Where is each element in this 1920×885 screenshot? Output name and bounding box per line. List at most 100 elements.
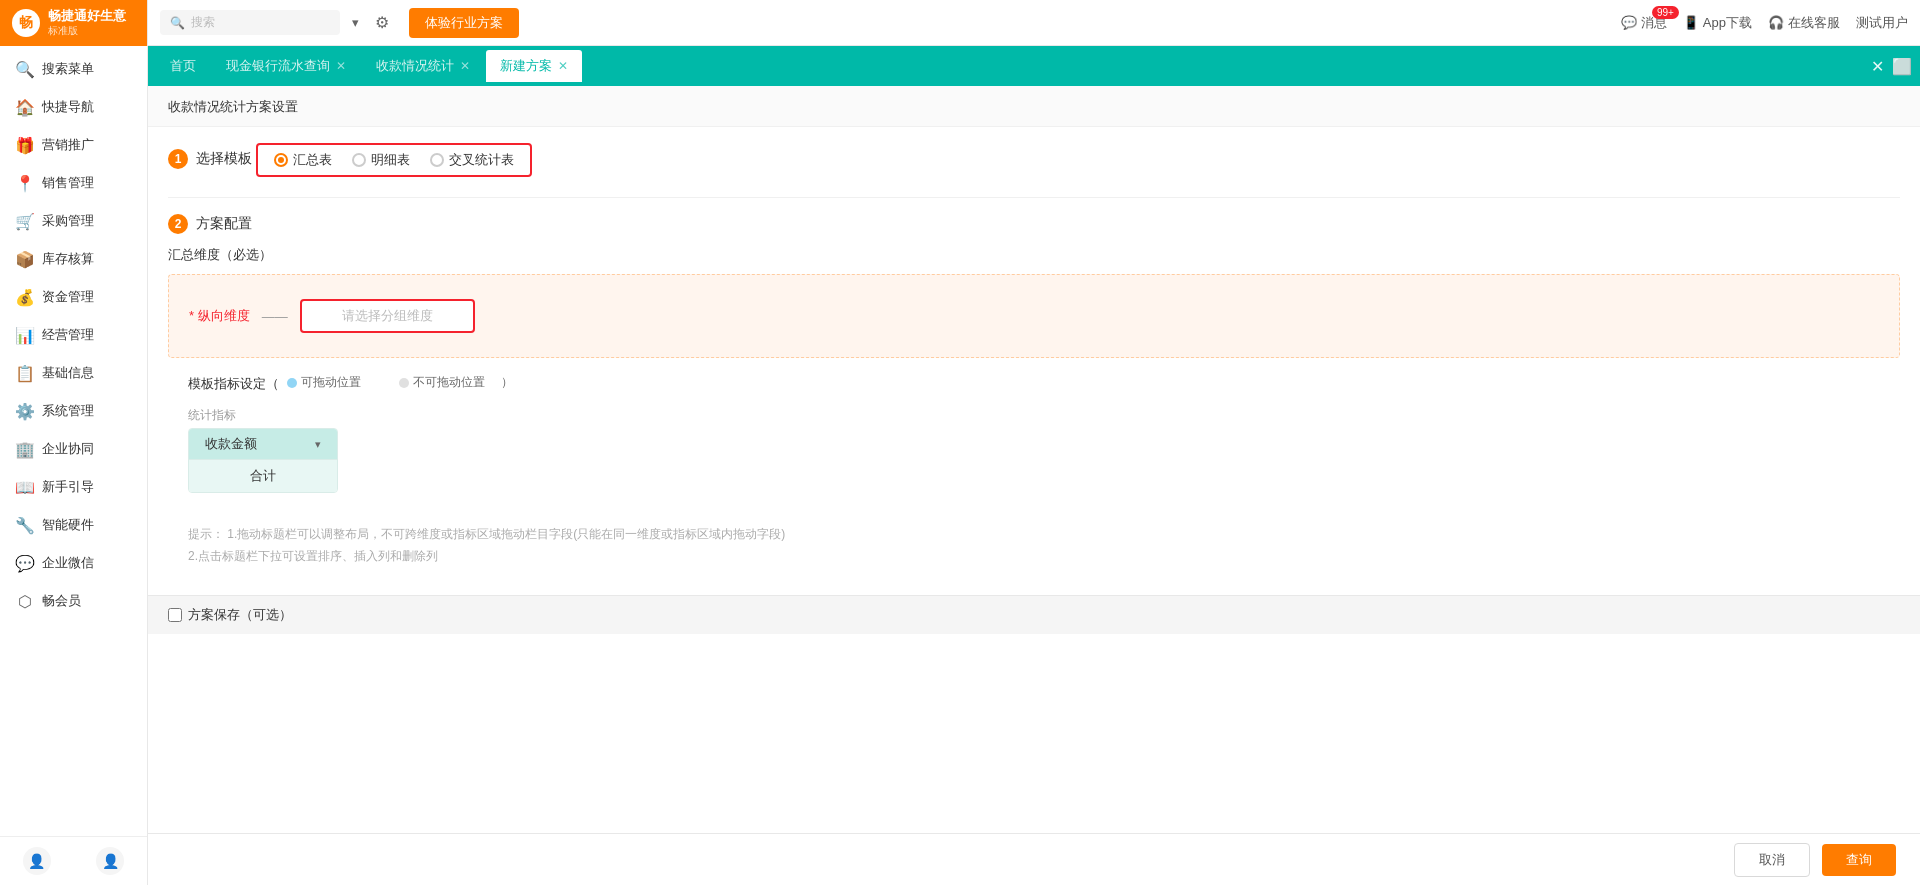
sidebar-nav: 🔍 搜索菜单 🏠 快捷导航 🎁 营销推广 📍 销售管理 🛒 采购管理 📦 库存核… (0, 46, 147, 836)
radio-dot-summary (274, 153, 288, 167)
user-name[interactable]: 测试用户 (1856, 14, 1908, 32)
sidebar-logo: 畅 畅捷通好生意 标准版 (0, 0, 147, 46)
sidebar-footer-avatar2[interactable]: 👤 (96, 847, 124, 875)
topbar-settings-icon[interactable]: ⚙ (371, 9, 393, 36)
topbar: 🔍 搜索 ▾ ⚙ 体验行业方案 💬 消息 99+ 📱 App下载 🎧 在线客服 … (148, 0, 1920, 46)
cancel-button[interactable]: 取消 (1734, 843, 1810, 877)
sidebar-item-label: 销售管理 (42, 174, 94, 192)
sidebar-item-guide[interactable]: 📖 新手引导 (0, 468, 147, 506)
step1-label: 1 选择模板 (168, 149, 252, 169)
save-checkbox[interactable] (168, 608, 182, 622)
hardware-icon: 🔧 (16, 516, 34, 534)
topbar-dropdown[interactable]: ▾ (352, 15, 359, 30)
query-button[interactable]: 查询 (1822, 844, 1896, 876)
legend-fixed-label: 不可拖动位置 (413, 374, 485, 391)
sidebar-item-label: 畅会员 (42, 592, 81, 610)
topbar-search-icon: 🔍 (170, 16, 185, 30)
trial-button[interactable]: 体验行业方案 (409, 8, 519, 38)
topbar-search[interactable]: 🔍 搜索 (160, 10, 340, 35)
sidebar-item-label: 快捷导航 (42, 98, 94, 116)
stats-header[interactable]: 收款金额 ▾ (189, 429, 337, 459)
sidebar-item-basic[interactable]: 📋 基础信息 (0, 354, 147, 392)
step1-title: 选择模板 (196, 150, 252, 168)
stats-table-wrapper: 统计指标 收款金额 ▾ 合计 (188, 407, 1880, 496)
page-title: 收款情况统计方案设置 (168, 99, 298, 114)
sidebar-item-marketing[interactable]: 🎁 营销推广 (0, 126, 147, 164)
sidebar-footer-avatar1[interactable]: 👤 (23, 847, 51, 875)
maximize-button[interactable]: ⬜ (1892, 57, 1912, 76)
page-header: 收款情况统计方案设置 (148, 86, 1920, 127)
gift-icon: 🎁 (16, 136, 34, 154)
legend-draggable-label: 可拖动位置 (301, 374, 361, 391)
dimension-select-button[interactable]: 请选择分组维度 (300, 299, 475, 333)
sidebar-item-label: 智能硬件 (42, 516, 94, 534)
step1-section: 1 选择模板 汇总表 明细表 交叉统计表 (148, 127, 1920, 197)
sidebar-item-label: 经营管理 (42, 326, 94, 344)
service-label: 在线客服 (1788, 14, 1840, 32)
tips-area: 提示： 1.拖动标题栏可以调整布局，不可跨维度或指标区域拖动栏目字段(只能在同一… (168, 512, 1900, 579)
sidebar-footer: 👤 👤 (0, 836, 147, 885)
message-badge: 99+ (1652, 6, 1679, 19)
tab-new-plan[interactable]: 新建方案 ✕ (486, 50, 582, 82)
sidebar-item-sales[interactable]: 📍 销售管理 (0, 164, 147, 202)
sidebar-item-label: 资金管理 (42, 288, 94, 306)
sales-icon: 📍 (16, 174, 34, 192)
legend-dot-blue (287, 378, 297, 388)
step2-label: 2 方案配置 (168, 214, 252, 234)
step2-section: 2 方案配置 汇总维度（必选） * 纵向维度 —— 请选择分组维度 模板指标设定… (148, 198, 1920, 595)
finance-icon: 💰 (16, 288, 34, 306)
sidebar-item-label: 新手引导 (42, 478, 94, 496)
message-button[interactable]: 💬 消息 99+ (1621, 14, 1667, 32)
indicator-suffix: ） (501, 374, 513, 391)
dimension-row: * 纵向维度 —— 请选择分组维度 (189, 299, 1879, 333)
sidebar-item-quicknav[interactable]: 🏠 快捷导航 (0, 88, 147, 126)
tab-cashflow[interactable]: 现金银行流水查询 ✕ (212, 50, 360, 82)
logo-text: 畅捷通好生意 (48, 8, 126, 24)
page-footer: 方案保存（可选） (148, 595, 1920, 634)
close-all-button[interactable]: ✕ (1871, 57, 1884, 76)
message-icon: 💬 (1621, 15, 1637, 30)
basic-icon: 📋 (16, 364, 34, 382)
sidebar-item-wechat[interactable]: 💬 企业微信 (0, 544, 147, 582)
download-icon: 📱 (1683, 15, 1699, 30)
tip-1: 提示： 1.拖动标题栏可以调整布局，不可跨维度或指标区域拖动栏目字段(只能在同一… (188, 524, 1880, 546)
tab-cashflow-close-icon[interactable]: ✕ (336, 59, 346, 73)
inventory-icon: 📦 (16, 250, 34, 268)
user-name-text: 测试用户 (1856, 14, 1908, 32)
tab-new-plan-close-icon[interactable]: ✕ (558, 59, 568, 73)
sidebar-item-label: 系统管理 (42, 402, 94, 420)
sidebar-item-purchase[interactable]: 🛒 采购管理 (0, 202, 147, 240)
save-checkbox-label[interactable]: 方案保存（可选） (168, 606, 292, 624)
service-button[interactable]: 🎧 在线客服 (1768, 14, 1840, 32)
purchase-icon: 🛒 (16, 212, 34, 230)
indicator-title-text: 模板指标设定（ (188, 376, 279, 391)
main: 🔍 搜索 ▾ ⚙ 体验行业方案 💬 消息 99+ 📱 App下载 🎧 在线客服 … (148, 0, 1920, 885)
sidebar-item-finance[interactable]: 💰 资金管理 (0, 278, 147, 316)
tab-new-plan-label: 新建方案 (500, 57, 552, 75)
dimension-title: 汇总维度（必选） (168, 246, 1900, 264)
content-area: 收款情况统计方案设置 1 选择模板 汇总表 明细表 (148, 86, 1920, 885)
dropdown-chevron-icon: ▾ (352, 15, 359, 30)
step2-num: 2 (168, 214, 188, 234)
sidebar-item-operation[interactable]: 📊 经营管理 (0, 316, 147, 354)
logo-icon: 畅 (12, 9, 40, 37)
tab-cashflow-label: 现金银行流水查询 (226, 57, 330, 75)
radio-cross[interactable]: 交叉统计表 (430, 151, 514, 169)
tab-home[interactable]: 首页 (156, 50, 210, 82)
indicator-title: 模板指标设定（ 可拖动位置 不可拖动位置 ） (188, 374, 1880, 399)
radio-summary[interactable]: 汇总表 (274, 151, 332, 169)
sidebar-item-corp[interactable]: 🏢 企业协同 (0, 430, 147, 468)
sidebar-item-search[interactable]: 🔍 搜索菜单 (0, 50, 147, 88)
sidebar-item-system[interactable]: ⚙️ 系统管理 (0, 392, 147, 430)
download-button[interactable]: 📱 App下载 (1683, 14, 1752, 32)
sidebar-item-member[interactable]: ⬡ 畅会员 (0, 582, 147, 620)
logo-sub: 标准版 (48, 24, 126, 38)
tab-collection[interactable]: 收款情况统计 ✕ (362, 50, 484, 82)
sidebar-item-inventory[interactable]: 📦 库存核算 (0, 240, 147, 278)
draggable-legend: 可拖动位置 不可拖动位置 ） (287, 374, 514, 391)
radio-detail[interactable]: 明细表 (352, 151, 410, 169)
action-footer: 取消 查询 (148, 833, 1920, 885)
sidebar-item-hardware[interactable]: 🔧 智能硬件 (0, 506, 147, 544)
indicator-section: 模板指标设定（ 可拖动位置 不可拖动位置 ） (168, 374, 1900, 512)
tab-collection-close-icon[interactable]: ✕ (460, 59, 470, 73)
